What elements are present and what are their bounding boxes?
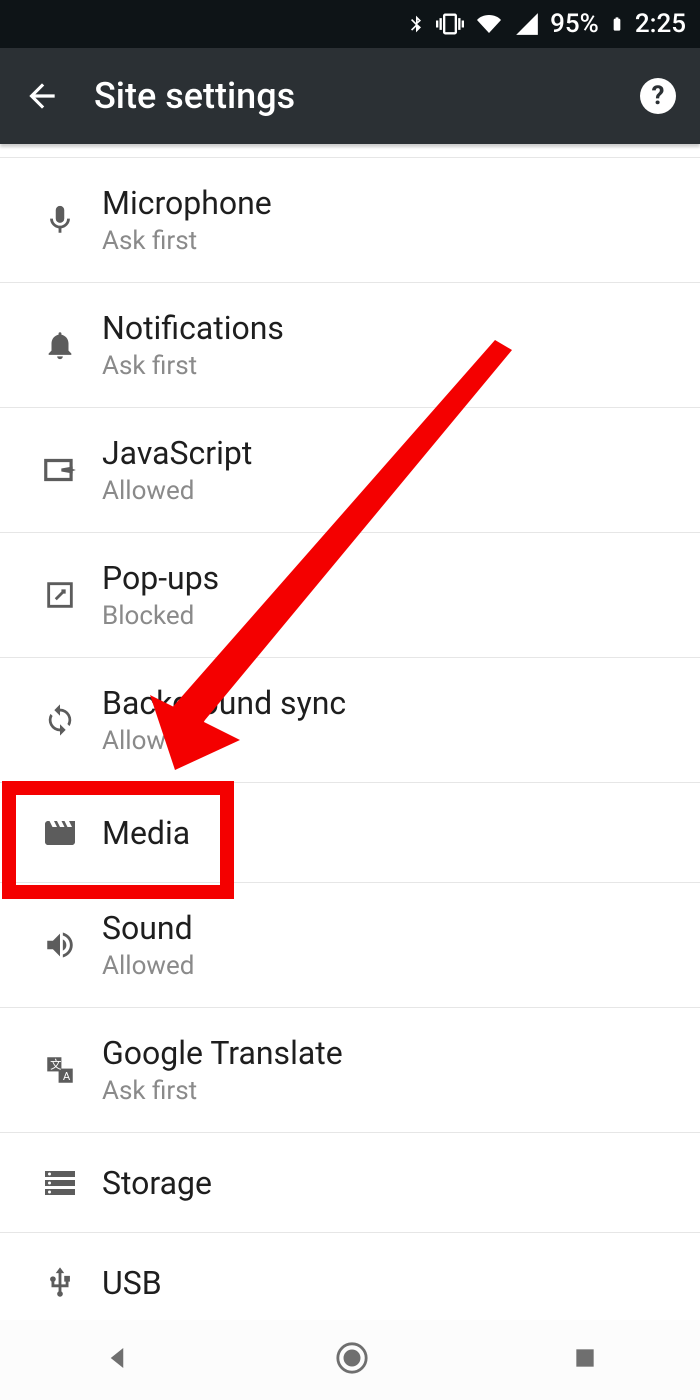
setting-label: Storage	[102, 1164, 676, 1202]
svg-text:文: 文	[50, 1058, 61, 1072]
vibrate-icon	[436, 10, 464, 38]
setting-popups[interactable]: Pop-ups Blocked	[0, 533, 700, 658]
media-icon	[24, 815, 96, 851]
javascript-icon	[24, 451, 96, 489]
setting-label: JavaScript	[102, 434, 676, 472]
help-icon: ?	[640, 78, 676, 114]
setting-label: Sound	[102, 909, 676, 947]
setting-usb[interactable]: USB	[0, 1233, 700, 1320]
nav-home-button[interactable]	[335, 1341, 369, 1379]
status-bar: 95% 2:25	[0, 0, 700, 48]
setting-notifications[interactable]: Notifications Ask first	[0, 283, 700, 408]
navigation-bar	[0, 1320, 700, 1400]
storage-icon	[24, 1165, 96, 1201]
wifi-icon	[474, 12, 504, 36]
setting-label: Media	[102, 814, 676, 852]
setting-label: Microphone	[102, 184, 676, 222]
divider	[0, 144, 700, 158]
battery-icon	[609, 10, 625, 38]
nav-recents-button[interactable]	[572, 1345, 598, 1375]
page-title: Site settings	[94, 75, 606, 117]
usb-icon	[24, 1266, 96, 1300]
bell-icon	[24, 328, 96, 362]
svg-text:A: A	[63, 1069, 71, 1083]
setting-label: Background sync	[102, 684, 676, 722]
sync-icon	[24, 703, 96, 737]
setting-translate[interactable]: 文A Google Translate Ask first	[0, 1008, 700, 1133]
circle-home-icon	[335, 1341, 369, 1375]
setting-sub: Allowed	[102, 951, 676, 981]
setting-media[interactable]: Media	[0, 783, 700, 883]
translate-icon: 文A	[24, 1053, 96, 1087]
setting-sub: Ask first	[102, 351, 676, 381]
triangle-back-icon	[102, 1343, 132, 1373]
setting-storage[interactable]: Storage	[0, 1133, 700, 1233]
setting-microphone[interactable]: Microphone Ask first	[0, 158, 700, 283]
setting-background-sync[interactable]: Background sync Allowed	[0, 658, 700, 783]
setting-sub: Ask first	[102, 226, 676, 256]
clock-time: 2:25	[635, 9, 686, 39]
setting-sub: Ask first	[102, 1076, 676, 1106]
sound-icon	[24, 928, 96, 962]
setting-sub: Allowed	[102, 726, 676, 756]
back-button[interactable]	[20, 74, 64, 118]
setting-sound[interactable]: Sound Allowed	[0, 883, 700, 1008]
bluetooth-icon	[406, 10, 426, 38]
setting-label: Google Translate	[102, 1034, 676, 1072]
nav-back-button[interactable]	[102, 1343, 132, 1377]
setting-label: USB	[102, 1264, 676, 1302]
setting-label: Pop-ups	[102, 559, 676, 597]
help-button[interactable]: ?	[636, 74, 680, 118]
battery-percent: 95%	[550, 9, 599, 39]
mic-icon	[24, 203, 96, 237]
popup-icon	[24, 578, 96, 612]
square-recents-icon	[572, 1345, 598, 1371]
setting-label: Notifications	[102, 309, 676, 347]
setting-sub: Allowed	[102, 476, 676, 506]
app-bar: Site settings ?	[0, 48, 700, 144]
arrow-back-icon	[23, 77, 61, 115]
settings-list: Microphone Ask first Notifications Ask f…	[0, 144, 700, 1320]
setting-javascript[interactable]: JavaScript Allowed	[0, 408, 700, 533]
cell-signal-icon	[514, 11, 540, 37]
setting-sub: Blocked	[102, 601, 676, 631]
